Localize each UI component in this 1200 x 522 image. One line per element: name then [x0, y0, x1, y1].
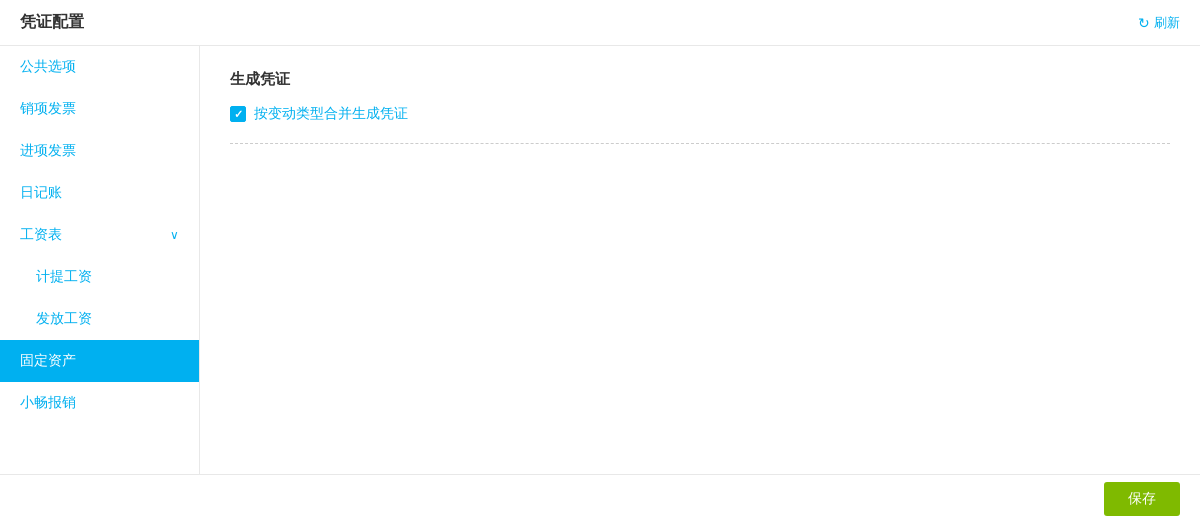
refresh-icon: ↻ [1138, 15, 1150, 31]
chevron-down-icon: ∨ [170, 228, 179, 242]
sidebar-item-public[interactable]: 公共选项 [0, 46, 199, 88]
section-title: 生成凭证 [230, 70, 1170, 89]
sidebar-item-label: 工资表 [20, 226, 62, 244]
sidebar-item-label: 固定资产 [20, 352, 76, 370]
footer: 保存 [0, 474, 1200, 522]
content-area: 生成凭证 按变动类型合并生成凭证 [200, 46, 1200, 474]
sidebar-item-label: 计提工资 [36, 268, 92, 286]
refresh-button[interactable]: ↻ 刷新 [1138, 14, 1180, 32]
page-title: 凭证配置 [20, 12, 84, 33]
sidebar: 公共选项销项发票进项发票日记账工资表 ∨ 计提工资发放工资固定资产小畅报销 [0, 46, 200, 474]
sidebar-item-fixed-assets[interactable]: 固定资产 [0, 340, 199, 382]
main-content: 公共选项销项发票进项发票日记账工资表 ∨ 计提工资发放工资固定资产小畅报销 生成凭证… [0, 46, 1200, 474]
refresh-label: 刷新 [1154, 14, 1180, 32]
sidebar-item-label: 发放工资 [36, 310, 92, 328]
sidebar-item-expense[interactable]: 小畅报销 [0, 382, 199, 424]
checkbox-row: 按变动类型合并生成凭证 [230, 105, 1170, 123]
save-button[interactable]: 保存 [1104, 482, 1180, 516]
merge-by-type-label[interactable]: 按变动类型合并生成凭证 [254, 105, 408, 123]
sidebar-item-purchase-invoice[interactable]: 进项发票 [0, 130, 199, 172]
sidebar-item-label: 进项发票 [20, 142, 76, 160]
sidebar-item-sales-invoice[interactable]: 销项发票 [0, 88, 199, 130]
sidebar-item-label: 销项发票 [20, 100, 76, 118]
header: 凭证配置 ↻ 刷新 [0, 0, 1200, 46]
sidebar-item-payroll[interactable]: 工资表 ∨ [0, 214, 199, 256]
sidebar-item-label: 日记账 [20, 184, 62, 202]
section-divider [230, 143, 1170, 144]
sidebar-item-journal[interactable]: 日记账 [0, 172, 199, 214]
sidebar-item-payroll-distribute[interactable]: 发放工资 [0, 298, 199, 340]
sidebar-item-payroll-calculate[interactable]: 计提工资 [0, 256, 199, 298]
merge-by-type-checkbox[interactable] [230, 106, 246, 122]
sidebar-item-label: 公共选项 [20, 58, 76, 76]
sidebar-item-label: 小畅报销 [20, 394, 76, 412]
